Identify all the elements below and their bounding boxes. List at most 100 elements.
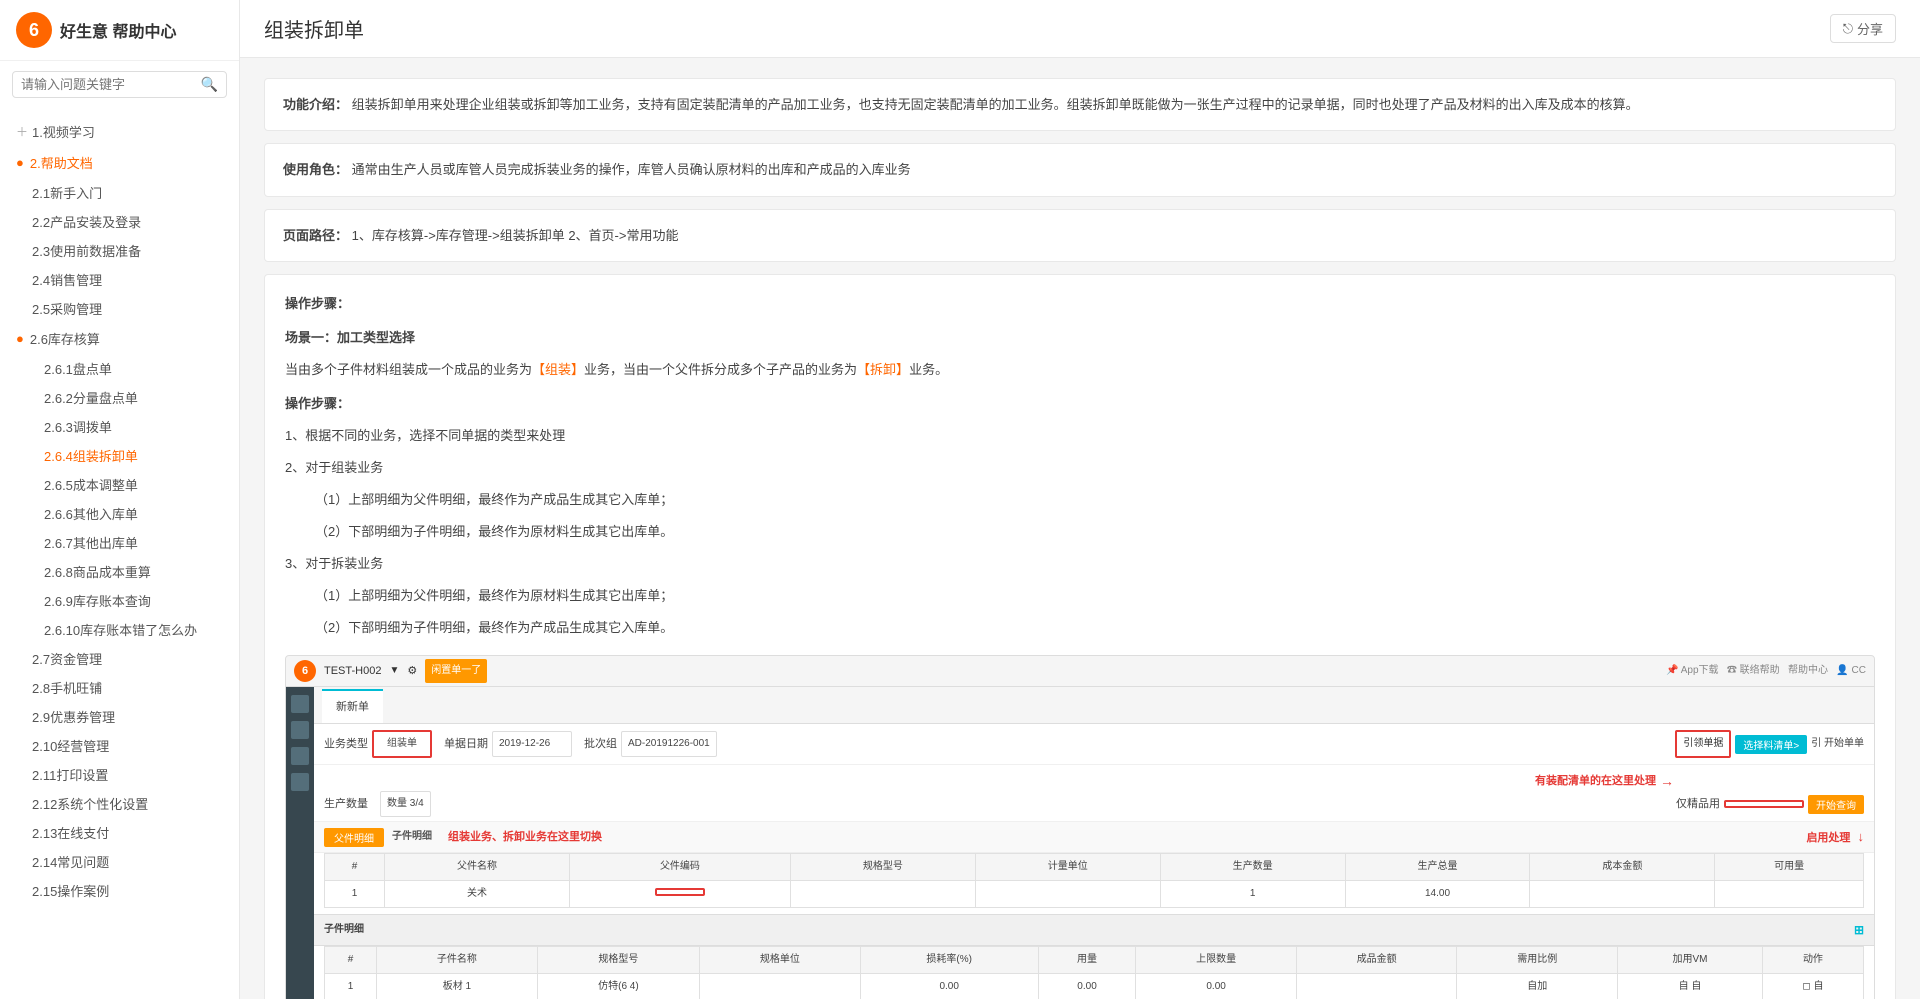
qty-label: 生产数量 bbox=[324, 793, 368, 815]
sidebar-item-assembly[interactable]: 2.6.4组装拆卸单 bbox=[0, 441, 239, 470]
step2-subs: （1）上部明细为父件明细，最终作为产成品生成其它入库单； （2）下部明细为子件明… bbox=[315, 487, 1875, 545]
sidebar-item-inventory[interactable]: ● 2.6库存核算 bbox=[0, 323, 239, 354]
sidebar-item-sales[interactable]: 2.4销售管理 bbox=[0, 265, 239, 294]
screenshot-newtab: 闲置单一了 bbox=[425, 659, 487, 683]
lower-section-label: 子件明细 bbox=[324, 920, 364, 940]
sidebar-item-mobile[interactable]: 2.8手机旺铺 bbox=[0, 673, 239, 702]
expand-lower-icon: ⊞ bbox=[1854, 918, 1864, 942]
lcell-usage-1: 0.00 bbox=[1038, 974, 1136, 999]
section-sub-btn: 子件明细 bbox=[392, 827, 432, 847]
child-table: # 子件名称 规格型号 规格单位 损耗率(%) 用量 上限数量 成品金额 bbox=[324, 946, 1864, 999]
sidebar-item-purchase[interactable]: 2.5采购管理 bbox=[0, 294, 239, 323]
sidebar-icon-3 bbox=[291, 747, 309, 765]
date-value: 2019-12-26 bbox=[492, 731, 572, 757]
lcol-ratio: 需用比例 bbox=[1457, 947, 1618, 974]
sidebar: 6 好生意 帮助中心 🔍 ＋ 1.视频学习 ● 2.帮助文档 2.1新手入门 2… bbox=[0, 0, 240, 999]
screenshot-bom-field: 引领单据 选择料清单> 引 开始单单 bbox=[1675, 730, 1864, 758]
sidebar-item-splitstocktake[interactable]: 2.6.2分量盘点单 bbox=[0, 383, 239, 412]
share-label: 分享 bbox=[1857, 19, 1883, 38]
search-input[interactable] bbox=[21, 77, 201, 92]
sidebar-item-otherinbound[interactable]: 2.6.6其他入库单 bbox=[0, 499, 239, 528]
step3-subs: （1）上部明细为父件明细，最终作为原材料生成其它出库单； （2）下部明细为子件明… bbox=[315, 583, 1875, 641]
scene1-title: 场景一：加工类型选择 bbox=[285, 325, 1875, 351]
sidebar-item-costadj[interactable]: 2.6.5成本调整单 bbox=[0, 470, 239, 499]
sidebar-item-costcalc[interactable]: 2.6.8商品成本重算 bbox=[0, 557, 239, 586]
disassembly-highlight: 【拆卸】 bbox=[857, 362, 909, 377]
type-value: 组装单 bbox=[387, 738, 417, 749]
sidebar-item-install[interactable]: 2.2产品安装及登录 bbox=[0, 207, 239, 236]
cell-total: 14.00 bbox=[1345, 881, 1530, 908]
collapse-icon: ● bbox=[16, 155, 24, 170]
annotation-1-text: 有装配清单的在这里处理 bbox=[1535, 770, 1656, 792]
sidebar-item-print[interactable]: 2.11打印设置 bbox=[0, 760, 239, 789]
search-box[interactable]: 🔍 bbox=[12, 71, 227, 98]
screenshot-appid: TEST-H002 bbox=[324, 660, 381, 682]
bom-box: 引领单据 bbox=[1675, 730, 1731, 758]
cell-produce: 1 bbox=[1160, 881, 1345, 908]
sidebar-item-prepare[interactable]: 2.3使用前数据准备 bbox=[0, 236, 239, 265]
code-input bbox=[655, 888, 705, 896]
col-parentname: 父件名称 bbox=[385, 854, 570, 881]
sidebar-item-otheroutbound[interactable]: 2.6.7其他出库单 bbox=[0, 528, 239, 557]
scene1-desc-text: 当由多个子件材料组装成一个成品的业务为【组装】业务，当由一个父件拆分成多个子产品… bbox=[285, 362, 948, 377]
annotation-row-1: 有装配清单的在这里处理 → bbox=[314, 765, 1874, 787]
cell-name: 关术 bbox=[385, 881, 570, 908]
sidebar-item-custom[interactable]: 2.12系统个性化设置 bbox=[0, 789, 239, 818]
sidebar-item-transfer[interactable]: 2.6.3调拨单 bbox=[0, 412, 239, 441]
sidebar-item-coupon[interactable]: 2.9优惠券管理 bbox=[0, 702, 239, 731]
type-label: 业务类型 bbox=[324, 733, 368, 755]
lcell-spec-1: 仿特(6 4) bbox=[537, 974, 699, 999]
screenshot-lower-header: 子件明细 ⊞ bbox=[314, 914, 1874, 946]
sidebar-item-cases[interactable]: 2.15操作案例 bbox=[0, 876, 239, 905]
lcell-vm-1: 自 自 bbox=[1618, 974, 1763, 999]
lcol-loss: 损耗率(%) bbox=[860, 947, 1038, 974]
assembly-highlight: 【组装】 bbox=[532, 362, 584, 377]
sidebar-item-stockerr[interactable]: 2.6.10库存账本错了怎么办 bbox=[0, 615, 239, 644]
scene1-title-text: 场景一：加工类型选择 bbox=[285, 330, 415, 345]
lcell-ratio-1: 自加 bbox=[1457, 974, 1618, 999]
confirm-btn: 选择料清单> bbox=[1735, 735, 1807, 754]
col-avail: 可用量 bbox=[1715, 854, 1864, 881]
col-no: # bbox=[325, 854, 385, 881]
col-total-qty: 生产总量 bbox=[1345, 854, 1530, 881]
path-text: 1、库存核算->库存管理->组装拆卸单 2、首页->常用功能 bbox=[352, 228, 679, 243]
nav-tree: ＋ 1.视频学习 ● 2.帮助文档 2.1新手入门 2.2产品安装及登录 2.3… bbox=[0, 108, 239, 999]
steps-content: 操作步骤： 场景一：加工类型选择 当由多个子件材料组装成一个成品的业务为【组装】… bbox=[264, 274, 1896, 999]
screenshot-lower-table: # 子件名称 规格型号 规格单位 损耗率(%) 用量 上限数量 成品金额 bbox=[314, 946, 1874, 999]
share-button[interactable]: ⎋ 分享 bbox=[1830, 14, 1896, 43]
lcell-cost-1 bbox=[1296, 974, 1457, 999]
cell-no: 1 bbox=[325, 881, 385, 908]
cell-spec bbox=[791, 881, 976, 908]
content-area: 功能介绍： 组装拆卸单用来处理企业组装或拆卸等加工业务，支持有固定装配清单的产品… bbox=[240, 58, 1920, 999]
table-row: 1 关术 1 14.00 bbox=[325, 881, 1864, 908]
sidebar-item-video[interactable]: ＋ 1.视频学习 bbox=[0, 116, 239, 147]
sidebar-item-stockcheck[interactable]: 2.6.9库存账本查询 bbox=[0, 586, 239, 615]
col-parentcode: 父件编码 bbox=[569, 854, 790, 881]
sidebar-item-stocktake[interactable]: 2.6.1盘点单 bbox=[0, 354, 239, 383]
step3-sub2: （2）下部明细为子件明细，最终作为产成品生成其它入库单。 bbox=[315, 615, 1875, 641]
lcol-cost: 成品金额 bbox=[1296, 947, 1457, 974]
screenshot-batchno: 批次组 AD-20191226-001 bbox=[584, 731, 717, 757]
sidebar-item-faq[interactable]: 2.14常见问题 bbox=[0, 847, 239, 876]
cell-code bbox=[569, 881, 790, 908]
search-icon: 🔍 bbox=[201, 76, 218, 93]
screenshot-find-field: 仅精品用 开始查询 bbox=[1676, 793, 1864, 815]
page-title: 组装拆卸单 bbox=[264, 14, 364, 43]
screenshot-settings-icon: ⚙ bbox=[407, 660, 417, 682]
col-spec: 规格型号 bbox=[791, 854, 976, 881]
screenshot-icons-right: 📌 App下载 ☎ 联络帮助 帮助中心 👤 CC bbox=[1666, 661, 1866, 681]
lcol-unit: 规格单位 bbox=[700, 947, 861, 974]
expand-icon: ＋ bbox=[16, 123, 28, 140]
lcell-action-1: ◻ 自 bbox=[1762, 974, 1863, 999]
path-box: 页面路径： 1、库存核算->库存管理->组装拆卸单 2、首页->常用功能 bbox=[264, 209, 1896, 262]
sidebar-icon-4 bbox=[291, 773, 309, 791]
sidebar-item-finance[interactable]: 2.7资金管理 bbox=[0, 644, 239, 673]
sidebar-item-beginner[interactable]: 2.1新手入门 bbox=[0, 178, 239, 207]
scene1-desc: 当由多个子件材料组装成一个成品的业务为【组装】业务，当由一个父件拆分成多个子产品… bbox=[285, 357, 1875, 383]
sidebar-item-pay[interactable]: 2.13在线支付 bbox=[0, 818, 239, 847]
sidebar-item-docs[interactable]: ● 2.帮助文档 bbox=[0, 147, 239, 178]
sidebar-item-ops[interactable]: 2.10经营管理 bbox=[0, 731, 239, 760]
intro-box: 功能介绍： 组装拆卸单用来处理企业组装或拆卸等加工业务，支持有固定装配清单的产品… bbox=[264, 78, 1896, 131]
sidebar-item-label: 2.帮助文档 bbox=[30, 153, 93, 172]
share-icon: ⎋ bbox=[1843, 21, 1853, 37]
